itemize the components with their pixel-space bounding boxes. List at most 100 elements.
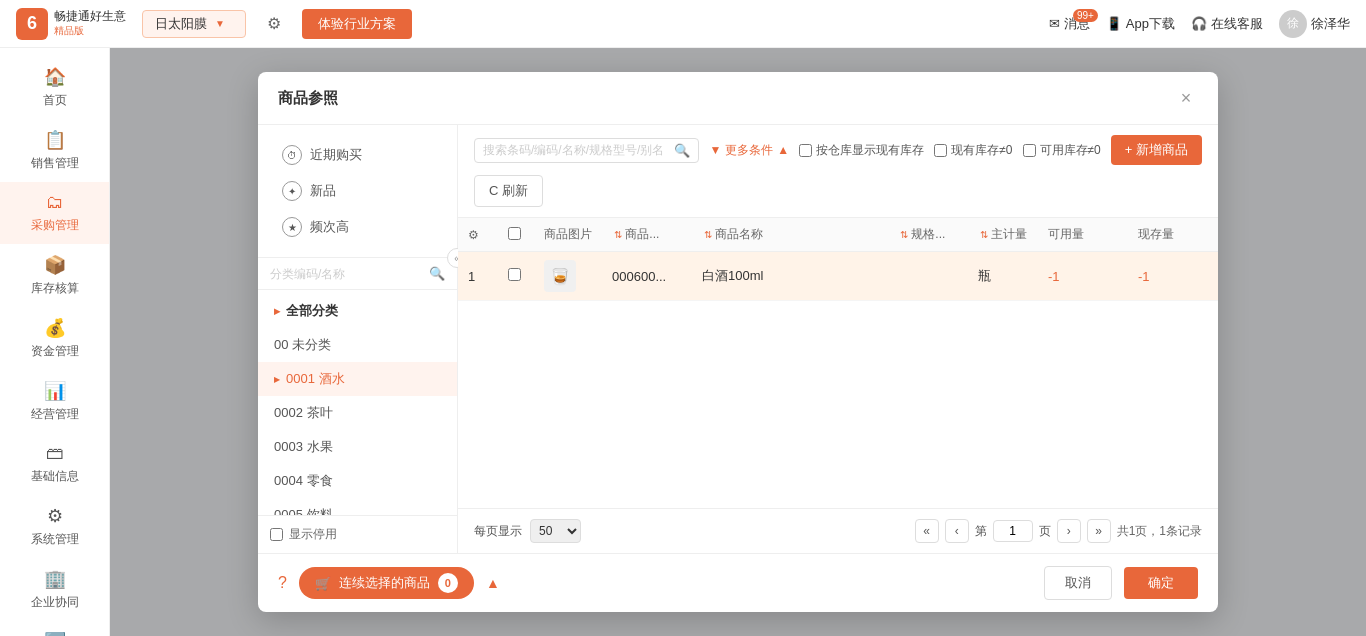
select-all-checkbox[interactable]: [508, 227, 521, 240]
app-download-button[interactable]: 📱 App下载: [1106, 15, 1175, 33]
sidebar-label-system: 系统管理: [31, 531, 79, 548]
cart-button[interactable]: 🛒 连续选择的商品 0: [299, 567, 474, 599]
gear-button[interactable]: ⚙: [258, 8, 290, 40]
confirm-button[interactable]: 确定: [1124, 567, 1198, 599]
prev-page-button[interactable]: ‹: [945, 519, 969, 543]
content-area: 商品参照 × ⏱ 近期购买 ✦ 新: [110, 48, 1366, 636]
show-disabled-checkbox[interactable]: [270, 528, 283, 541]
quick-item-new[interactable]: ✦ 新品: [270, 173, 445, 209]
table-row[interactable]: 1 🥃: [458, 252, 1218, 301]
online-service-button[interactable]: 🎧 在线客服: [1191, 15, 1263, 33]
sidebar-item-sales[interactable]: 📋销售管理: [0, 119, 109, 182]
cell-unit: 瓶: [968, 252, 1038, 301]
sidebar-icon-operation: 📊: [44, 380, 66, 402]
filter-button[interactable]: ▼ 更多条件 ▲: [709, 142, 789, 159]
modal-body: ⏱ 近期购买 ✦ 新品 ★ 频次高: [258, 125, 1218, 553]
table-header-row: ⚙ 商品图片: [458, 218, 1218, 252]
quick-item-recent-label: 近期购买: [310, 146, 362, 164]
category-search-input[interactable]: [270, 267, 423, 281]
sidebar-item-basic[interactable]: 🗃基础信息: [0, 433, 109, 495]
page-number-input[interactable]: [993, 520, 1033, 542]
category-item-0002[interactable]: 0002 茶叶: [258, 396, 457, 430]
category-item-00[interactable]: 00 未分类: [258, 328, 457, 362]
sidebar-item-home[interactable]: 🏠首页: [0, 56, 109, 119]
modal-overlay: 商品参照 × ⏱ 近期购买 ✦ 新: [110, 48, 1366, 636]
sidebar-label-sales: 销售管理: [31, 155, 79, 172]
product-search-input[interactable]: [483, 143, 670, 157]
category-item-0001[interactable]: ▶ 0001 酒水: [258, 362, 457, 396]
row-checkbox[interactable]: [508, 268, 521, 281]
cart-icon: 🛒: [315, 576, 331, 591]
toolbar: 🔍 ▼ 更多条件 ▲ 按仓库显示现有库存: [458, 125, 1218, 218]
cell-name: 白酒100ml: [692, 252, 888, 301]
search-icon[interactable]: 🔍: [674, 143, 690, 158]
avatar-initial: 徐: [1287, 15, 1299, 32]
cancel-button[interactable]: 取消: [1044, 566, 1112, 600]
page-size-select[interactable]: 50 10 20 100: [530, 519, 581, 543]
col-header-code[interactable]: ⇅ 商品...: [602, 218, 692, 252]
top-nav: 6 畅捷通好生意 精品版 日太阳膜 ▼ ⚙ 体验行业方案 ✉ 消息 99+ 📱 …: [0, 0, 1366, 48]
settings-icon[interactable]: ⚙: [468, 228, 479, 242]
add-product-button[interactable]: + 新增商品: [1111, 135, 1202, 165]
sort-icon-unit: ⇅: [980, 229, 988, 240]
col-header-unit[interactable]: ⇅ 主计量: [968, 218, 1038, 252]
page-label: 第: [975, 523, 987, 540]
refresh-button[interactable]: C 刷新: [474, 175, 543, 207]
collapse-footer-icon[interactable]: ▲: [486, 575, 500, 591]
logo-icon: 6: [16, 8, 48, 40]
sidebar-item-inventory[interactable]: 📦库存核算: [0, 244, 109, 307]
new-icon: ✦: [282, 181, 302, 201]
modal-close-button[interactable]: ×: [1174, 86, 1198, 110]
store-dropdown-icon: ▼: [215, 18, 225, 29]
available-filter[interactable]: 可用库存≠0: [1023, 142, 1101, 159]
modal-header: 商品参照 ×: [258, 72, 1218, 125]
sidebar-icon-basic: 🗃: [46, 443, 64, 464]
category-item-0004[interactable]: 0004 零食: [258, 464, 457, 498]
sidebar-item-purchase[interactable]: 🗂采购管理: [0, 182, 109, 244]
available-checkbox[interactable]: [1023, 144, 1036, 157]
logo-sub: 精品版: [54, 24, 126, 38]
product-table-wrap: ⚙ 商品图片: [458, 218, 1218, 508]
phone-icon: 📱: [1106, 16, 1122, 31]
message-button[interactable]: ✉ 消息 99+: [1049, 15, 1090, 33]
sidebar-item-system[interactable]: ⚙系统管理: [0, 495, 109, 558]
sidebar-item-finance[interactable]: 💰资金管理: [0, 307, 109, 370]
quick-item-recent[interactable]: ⏱ 近期购买: [270, 137, 445, 173]
category-item-all[interactable]: ▶ 全部分类: [258, 294, 457, 328]
product-image: 🥃: [544, 260, 576, 292]
cell-check[interactable]: [498, 252, 534, 301]
quick-item-frequent[interactable]: ★ 频次高: [270, 209, 445, 245]
filter-arrow-icon: ▲: [777, 143, 789, 157]
username-label: 徐泽华: [1311, 15, 1350, 33]
app-download-label: App下载: [1126, 15, 1175, 33]
category-search-icon[interactable]: 🔍: [429, 266, 445, 281]
pagination-right: « ‹ 第 页 › » 共1页，1条记录: [915, 519, 1202, 543]
next-page-button[interactable]: ›: [1057, 519, 1081, 543]
quick-item-new-label: 新品: [310, 182, 336, 200]
existing-filter[interactable]: 现有库存≠0: [934, 142, 1012, 159]
category-item-0005[interactable]: 0005 饮料: [258, 498, 457, 515]
sort-icon-spec: ⇅: [900, 229, 908, 240]
sidebar-item-guide[interactable]: 🆕新手引导: [0, 621, 109, 636]
available-filter-label: 可用库存≠0: [1040, 142, 1101, 159]
cell-img: 🥃: [534, 252, 602, 301]
sidebar-item-operation[interactable]: 📊经营管理: [0, 370, 109, 433]
warehouse-checkbox[interactable]: [799, 144, 812, 157]
col-header-name[interactable]: ⇅ 商品名称: [692, 218, 888, 252]
user-avatar[interactable]: 徐 徐泽华: [1279, 10, 1350, 38]
left-panel: ⏱ 近期购买 ✦ 新品 ★ 频次高: [258, 125, 458, 553]
existing-checkbox[interactable]: [934, 144, 947, 157]
pagination-left: 每页显示 50 10 20 100: [474, 519, 581, 543]
last-page-button[interactable]: »: [1087, 519, 1111, 543]
sidebar-item-enterprise[interactable]: 🏢企业协同: [0, 558, 109, 621]
category-item-0003[interactable]: 0003 水果: [258, 430, 457, 464]
headset-icon: 🎧: [1191, 16, 1207, 31]
search-wrap: 🔍: [474, 138, 699, 163]
col-header-spec[interactable]: ⇅ 规格...: [888, 218, 968, 252]
sidebar-icon-home: 🏠: [44, 66, 66, 88]
warehouse-filter[interactable]: 按仓库显示现有库存: [799, 142, 924, 159]
help-icon[interactable]: ?: [278, 574, 287, 592]
trial-button[interactable]: 体验行业方案: [302, 9, 412, 39]
first-page-button[interactable]: «: [915, 519, 939, 543]
store-selector[interactable]: 日太阳膜 ▼: [142, 10, 246, 38]
